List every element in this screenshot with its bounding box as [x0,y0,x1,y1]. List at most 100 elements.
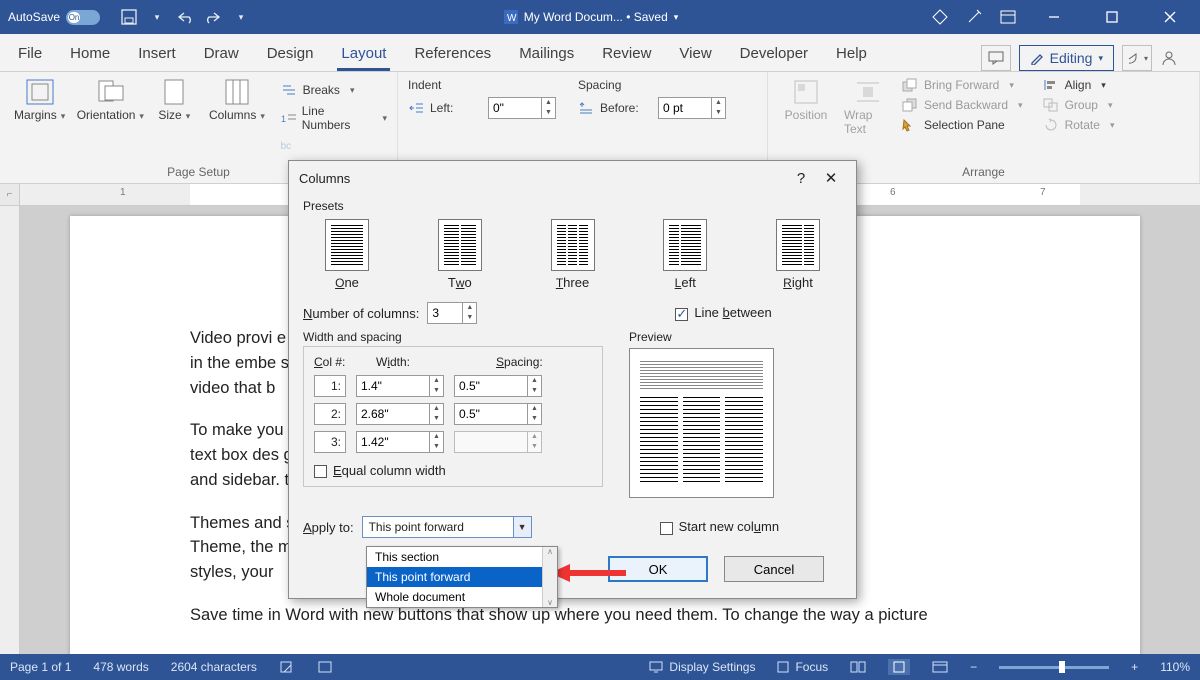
redo-icon[interactable] [204,8,222,26]
zoom-in-button[interactable]: + [1131,660,1138,674]
start-new-column-checkbox[interactable] [660,522,673,535]
ribbon-tabs: File Home Insert Draw Design Layout Refe… [0,34,1200,72]
preset-right[interactable]: Right [776,219,820,290]
dropdown-scrollbar[interactable]: ∧∨ [542,547,557,607]
apply-to-combobox[interactable]: This point forward ▼ [362,516,532,538]
preset-left[interactable]: Left [663,219,707,290]
pencil-icon [1030,51,1044,65]
preset-three[interactable]: Three [551,219,595,290]
dialog-help-button[interactable]: ? [786,170,816,187]
diamond-icon[interactable] [932,9,948,25]
comments-button[interactable] [981,45,1011,71]
share-button[interactable]: ▾ [1122,45,1152,71]
col3-width[interactable]: ▲▼ [356,431,444,453]
line-numbers-button[interactable]: 1Line Numbers [281,106,387,130]
autosave-toggle[interactable]: AutoSave On [8,10,100,25]
col3-spacing[interactable]: ▲▼ [454,431,542,453]
align-button[interactable]: Align▾ [1043,78,1115,92]
col1-spacing[interactable]: ▲▼ [454,375,542,397]
col2-spacing[interactable]: ▲▼ [454,403,542,425]
orientation-button[interactable]: Orientation [79,78,141,163]
editing-mode-button[interactable]: Editing ▾ [1019,45,1114,71]
indent-left-input[interactable]: ▲▼ [488,97,556,119]
spacing-heading: Spacing [578,78,726,92]
rotate-button[interactable]: Rotate▾ [1043,118,1115,132]
presets-label: Presets [303,199,842,213]
tab-help[interactable]: Help [832,37,871,71]
track-changes-icon[interactable] [279,660,295,674]
equal-width-checkbox[interactable] [314,465,327,478]
margins-button[interactable]: Margins [10,78,69,163]
position-button[interactable]: Position [778,78,834,163]
bring-forward-button[interactable]: Bring Forward▾ [902,78,1023,92]
zoom-level[interactable]: 110% [1160,660,1190,674]
wrap-text-button[interactable]: Wrap Text [844,78,892,163]
maximize-button[interactable] [1092,0,1132,34]
ribbon-options-icon[interactable] [1000,10,1016,24]
status-words[interactable]: 478 words [93,660,148,674]
autosave-label: AutoSave [8,10,60,24]
focus-icon [777,661,789,673]
columns-button[interactable]: Columns [207,78,266,163]
line-between-checkbox[interactable] [675,308,688,321]
tab-design[interactable]: Design [263,37,318,71]
account-icon[interactable] [1160,49,1186,67]
line-numbers-icon: 1 [281,111,296,125]
apply-option-whole-document[interactable]: Whole document [367,587,542,607]
preset-one[interactable]: One [325,219,369,290]
qat-dropdown-icon[interactable]: ▾ [232,8,250,26]
chevron-down-icon[interactable]: ▼ [513,517,531,537]
width-spacing-group: Col #: Width: Spacing: 1: ▲▼ ▲▼ 2: ▲▼ ▲▼… [303,346,603,487]
save-icon[interactable] [120,8,138,26]
spacing-before-input[interactable]: ▲▼ [658,97,726,119]
web-layout-icon[interactable] [932,661,948,673]
tab-draw[interactable]: Draw [200,37,243,71]
hyphenation-button[interactable]: bc [281,134,387,158]
status-bar: Page 1 of 1 478 words 2604 characters Di… [0,654,1200,680]
wand-icon[interactable] [966,9,982,25]
tab-insert[interactable]: Insert [134,37,180,71]
col2-width[interactable]: ▲▼ [356,403,444,425]
breaks-button[interactable]: Breaks [281,78,387,102]
tab-references[interactable]: References [410,37,495,71]
zoom-slider[interactable] [999,666,1109,669]
preview-label: Preview [629,330,774,344]
columns-dialog: Columns ? ✕ Presets One Two Three Left R… [288,160,857,599]
breaks-icon [281,83,297,97]
tab-developer[interactable]: Developer [736,37,812,71]
dropdown-icon[interactable]: ▾ [148,8,166,26]
dialog-close-button[interactable]: ✕ [816,169,846,187]
tab-layout[interactable]: Layout [337,37,390,71]
col1-width[interactable]: ▲▼ [356,375,444,397]
ok-button[interactable]: OK [608,556,708,582]
vertical-ruler[interactable] [0,206,20,654]
minimize-button[interactable] [1034,0,1074,34]
apply-option-this-point-forward[interactable]: This point forward [367,567,542,587]
display-settings-button[interactable]: Display Settings [649,660,755,674]
tab-view[interactable]: View [675,37,715,71]
undo-icon[interactable] [176,8,194,26]
send-backward-button[interactable]: Send Backward▾ [902,98,1023,112]
selection-pane-button[interactable]: Selection Pane [902,118,1023,132]
status-chars[interactable]: 2604 characters [171,660,257,674]
cancel-button[interactable]: Cancel [724,556,824,582]
document-title: W My Word Docum... • Saved ▾ [250,10,932,24]
close-button[interactable] [1150,0,1190,34]
apply-to-label: Apply to: [303,520,354,535]
tab-mailings[interactable]: Mailings [515,37,578,71]
tab-home[interactable]: Home [66,37,114,71]
preset-two[interactable]: Two [438,219,482,290]
title-chevron-icon[interactable]: ▾ [674,12,679,23]
group-button[interactable]: Group▾ [1043,98,1115,112]
status-page[interactable]: Page 1 of 1 [10,660,71,674]
num-columns-input[interactable]: ▲▼ [427,302,477,324]
read-mode-icon[interactable] [850,661,866,673]
tab-file[interactable]: File [14,37,46,71]
zoom-out-button[interactable]: − [970,660,977,674]
size-button[interactable]: Size [151,78,197,163]
tab-review[interactable]: Review [598,37,655,71]
macros-icon[interactable] [317,660,333,674]
print-layout-icon[interactable] [888,659,910,675]
apply-option-this-section[interactable]: This section [367,547,542,567]
focus-button[interactable]: Focus [777,660,828,674]
